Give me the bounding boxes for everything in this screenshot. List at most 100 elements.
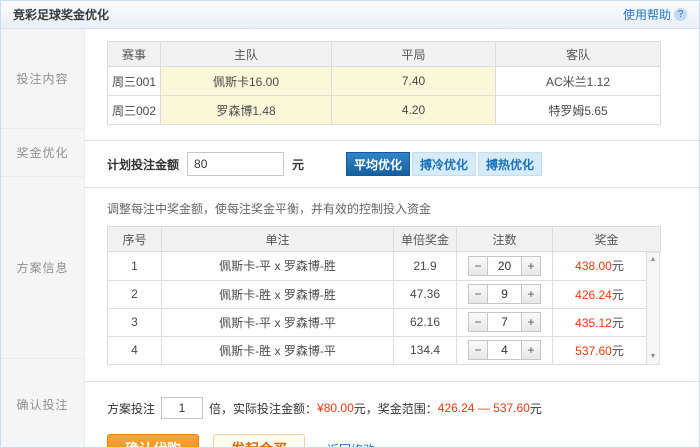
scroll-down-icon[interactable]: ▼ [650,350,657,364]
plus-button[interactable]: + [521,341,540,359]
actual-amount-unit: 元， [354,400,378,417]
section-confirm-bet: 方案投注 倍， 实际投注金额： ¥80.00 元， 奖金范围： 426.24 —… [85,382,699,448]
multiple-input[interactable] [161,397,203,419]
draw-odds-cell[interactable]: 4.20 [332,96,496,125]
away-odds-cell[interactable]: 特罗姆5.65 [496,96,661,125]
sidebar-item-bet-content: 投注内容 [1,29,84,129]
section-plan-info: 调整每注中奖金额，使每注奖金平衡，并有效的控制投入资金 序号 单注 单倍奖金 注… [85,200,699,382]
match-odds-table: 赛事 主队 平局 客队 周三001 佩斯卡16.00 7.40 AC米兰1.12… [107,41,661,125]
col-header-match: 赛事 [108,42,161,67]
home-odds-cell[interactable]: 罗森博1.48 [161,96,332,125]
prize-unit: 元 [612,316,624,330]
content-area: 赛事 主队 平局 客队 周三001 佩斯卡16.00 7.40 AC米兰1.12… [85,29,699,448]
count-stepper: −7+ [468,312,541,332]
confirm-purchase-button[interactable]: 确认代购 [107,434,199,448]
col-header-index: 序号 [108,227,162,252]
count-value[interactable]: 4 [488,343,521,357]
prize-unit: 元 [612,288,624,302]
plan-row: 2 佩斯卡-胜 x 罗森博-胜 47.36 −9+ 426.24元 [108,280,647,308]
prize-range-label: 奖金范围： [378,400,438,417]
unit-prize-value: 47.36 [394,280,457,308]
actual-amount-value: ¥80.00 [317,401,354,415]
unit-prize-value: 134.4 [394,336,457,364]
prize-value: 426.24 [575,288,612,302]
match-row: 周三001 佩斯卡16.00 7.40 AC米兰1.12 [108,67,661,96]
prize-unit: 元 [612,259,624,273]
minus-button[interactable]: − [469,285,488,303]
col-header-prize: 奖金 [553,227,661,252]
tab-average-optimize[interactable]: 平均优化 [346,152,410,176]
plus-button[interactable]: + [521,257,540,275]
actual-amount-label: 实际投注金额： [233,400,317,417]
sidebar-item-plan-info: 方案信息 [1,177,84,359]
row-index: 2 [108,280,162,308]
row-index: 4 [108,336,162,364]
col-header-unit-prize: 单倍奖金 [394,227,457,252]
start-group-buy-button[interactable]: 发起合买 [213,434,305,448]
match-number: 周三002 [108,96,161,125]
count-value[interactable]: 7 [488,315,521,329]
match-table-header: 赛事 主队 平局 客队 [108,42,661,67]
match-row: 周三002 罗森博1.48 4.20 特罗姆5.65 [108,96,661,125]
bet-combination: 佩斯卡-平 x 罗森博-平 [162,308,394,336]
help-link-label: 使用帮助 [623,6,671,23]
minus-button[interactable]: − [469,313,488,331]
col-header-away: 客队 [496,42,661,67]
header-bar: 竞彩足球奖金优化 使用帮助 ? [1,1,699,29]
row-index: 1 [108,252,162,280]
plan-amount-label: 计划投注金额 [107,156,179,173]
unit-prize-value: 62.16 [394,308,457,336]
back-to-modify-link[interactable]: 返回修改>> [327,441,389,448]
minus-button[interactable]: − [469,341,488,359]
plan-row: 4 佩斯卡-胜 x 罗森博-平 134.4 −4+ 537.60元 [108,336,647,364]
prize-unit: 元 [612,344,624,358]
prize-value: 438.00 [575,259,612,273]
section-bet-content: 赛事 主队 平局 客队 周三001 佩斯卡16.00 7.40 AC米兰1.12… [85,41,699,141]
unit-prize-value: 21.9 [394,252,457,280]
minus-button[interactable]: − [469,257,488,275]
multiple-suffix: 倍， [209,400,233,417]
sidebar: 投注内容 奖金优化 方案信息 确认投注 [1,29,85,448]
bet-combination: 佩斯卡-胜 x 罗森博-胜 [162,280,394,308]
plan-row: 3 佩斯卡-平 x 罗森博-平 62.16 −7+ 435.12元 [108,308,647,336]
page-title: 竞彩足球奖金优化 [13,6,109,23]
tab-cold-optimize[interactable]: 搏冷优化 [412,152,476,176]
col-header-count: 注数 [457,227,553,252]
match-number: 周三001 [108,67,161,96]
col-header-bet: 单注 [162,227,394,252]
home-odds-cell[interactable]: 佩斯卡16.00 [161,67,332,96]
confirm-summary: 方案投注 倍， 实际投注金额： ¥80.00 元， 奖金范围： 426.24 —… [107,397,699,419]
col-header-home: 主队 [161,42,332,67]
prize-range-unit: 元 [530,400,542,417]
bet-combination: 佩斯卡-胜 x 罗森博-平 [162,336,394,364]
main-body: 投注内容 奖金优化 方案信息 确认投注 赛事 主队 平局 客队 周三001 [1,29,699,448]
plan-table-scrollbar[interactable]: ▲ ▼ [647,252,660,365]
scroll-up-icon[interactable]: ▲ [650,253,657,267]
sidebar-item-confirm-bet: 确认投注 [1,359,84,448]
count-value[interactable]: 20 [488,259,521,273]
count-stepper: −9+ [468,284,541,304]
col-header-draw: 平局 [332,42,496,67]
bonus-optimization-panel: 竞彩足球奖金优化 使用帮助 ? 投注内容 奖金优化 方案信息 确认投注 赛事 主… [0,0,700,448]
plus-button[interactable]: + [521,313,540,331]
draw-odds-cell[interactable]: 7.40 [332,67,496,96]
multiple-label: 方案投注 [107,400,155,417]
away-odds-cell[interactable]: AC米兰1.12 [496,67,661,96]
help-icon: ? [674,8,687,21]
tab-hot-optimize[interactable]: 搏热优化 [478,152,542,176]
amount-unit-label: 元 [292,156,304,173]
plan-table-body: 1 佩斯卡-平 x 罗森博-胜 21.9 −20+ 438.00元 2 佩斯 [107,252,647,365]
plan-amount-input[interactable] [187,152,284,176]
sidebar-item-bonus-optimize: 奖金优化 [1,129,84,177]
row-index: 3 [108,308,162,336]
plus-button[interactable]: + [521,285,540,303]
optimize-tabs: 平均优化 搏冷优化 搏热优化 [346,152,542,176]
prize-value: 435.12 [575,316,612,330]
count-value[interactable]: 9 [488,287,521,301]
plan-row: 1 佩斯卡-平 x 罗森博-胜 21.9 −20+ 438.00元 [108,252,647,280]
count-stepper: −4+ [468,340,541,360]
confirm-buttons: 确认代购 发起合买 返回修改>> [107,434,699,448]
count-stepper: −20+ [468,256,541,276]
help-link[interactable]: 使用帮助 ? [623,6,687,23]
prize-value: 537.60 [575,344,612,358]
